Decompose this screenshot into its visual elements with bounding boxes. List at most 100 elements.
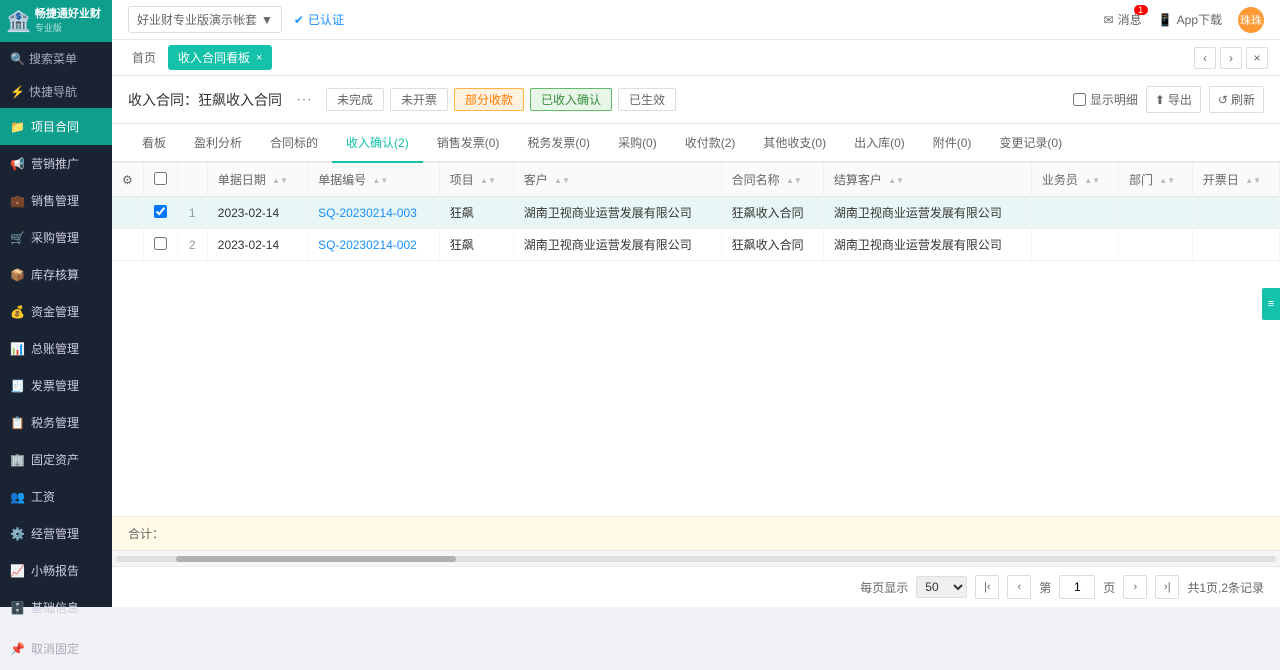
status-effective[interactable]: 已生效: [618, 88, 676, 111]
row-1-checkbox[interactable]: [154, 205, 167, 218]
sub-tab-profit[interactable]: 盈利分析: [180, 124, 256, 163]
sub-tab-target[interactable]: 合同标的: [256, 124, 332, 163]
table-row[interactable]: 2 2023-02-14 SQ-20230214-002 狂飙 湖南卫视商业运营…: [112, 229, 1280, 261]
row-2-check[interactable]: [143, 229, 177, 261]
row-2-code[interactable]: SQ-20230214-002: [308, 229, 440, 261]
tab-close-button[interactable]: ×: [256, 52, 262, 64]
sidebar-nav-label: 快捷导航: [29, 83, 77, 100]
horizontal-scrollbar[interactable]: [112, 550, 1280, 566]
row-1-code[interactable]: SQ-20230214-003: [308, 197, 440, 229]
sidebar-quick-nav[interactable]: ⚡ 快捷导航: [0, 75, 112, 108]
sidebar-item-base[interactable]: 🗄️ 基础信息: [0, 589, 112, 626]
title-name: 狂飙收入合同: [198, 92, 282, 108]
sub-tabs: 看板 盈利分析 合同标的 收入确认(2) 销售发票(0) 税务发票(0) 采购(…: [112, 124, 1280, 163]
row-1-check[interactable]: [143, 197, 177, 229]
page-title-row: 收入合同：狂飙收入合同 ··· 未完成 未开票 部分收款 已收入确认 已生效: [128, 88, 676, 111]
row-2-checkbox[interactable]: [154, 237, 167, 250]
nav-close-button[interactable]: ×: [1246, 47, 1268, 69]
topbar: 好业财专业版演示帐套 ▼ ✔ 已认证 ✉ 1 消息 📱 App下载 珠珠: [112, 0, 1280, 40]
sub-tab-payment[interactable]: 收付款(2): [671, 124, 750, 163]
fund-icon: 💰: [10, 305, 25, 319]
export-button[interactable]: ⬆ 导出: [1146, 86, 1201, 113]
sub-tab-sales-invoice[interactable]: 销售发票(0): [423, 124, 514, 163]
phone-icon: 📱: [1158, 13, 1173, 27]
last-page-button[interactable]: ›|: [1155, 575, 1179, 599]
row-2-code-link[interactable]: SQ-20230214-002: [318, 238, 417, 252]
sidebar-item-sales[interactable]: 💼 销售管理: [0, 182, 112, 219]
sidebar-item-label: 固定资产: [31, 451, 79, 468]
sub-tab-purchase[interactable]: 采购(0): [604, 124, 671, 163]
sidebar-item-hr[interactable]: 👥 工资: [0, 478, 112, 515]
row-1-date: 2023-02-14: [207, 197, 307, 229]
nav-next-button[interactable]: ›: [1220, 47, 1242, 69]
tab-contract-board[interactable]: 收入合同看板 ×: [168, 45, 272, 70]
select-all-checkbox[interactable]: [154, 172, 167, 185]
refresh-button[interactable]: ↺ 刷新: [1209, 86, 1264, 113]
sub-tab-tax-invoice[interactable]: 税务发票(0): [513, 124, 604, 163]
col-contract-header[interactable]: 合同名称 ▲▼: [721, 163, 823, 197]
sidebar-item-marketing[interactable]: 📢 营销推广: [0, 145, 112, 182]
status-partial-payment[interactable]: 部分收款: [454, 88, 524, 111]
more-button[interactable]: ···: [290, 91, 318, 109]
company-selector[interactable]: 好业财专业版演示帐套 ▼: [128, 6, 282, 33]
sub-tab-change[interactable]: 变更记录(0): [985, 124, 1076, 163]
row-1-contract: 狂飙收入合同: [721, 197, 823, 229]
page-input[interactable]: [1059, 575, 1095, 599]
sidebar-search[interactable]: 🔍 搜索菜单: [0, 42, 112, 75]
sidebar-item-fund[interactable]: 💰 资金管理: [0, 293, 112, 330]
col-dept-header[interactable]: 部门 ▲▼: [1118, 163, 1192, 197]
sort-date-icon: ▲▼: [272, 176, 288, 185]
col-project-header[interactable]: 项目 ▲▼: [439, 163, 513, 197]
check-icon: ✔: [294, 13, 304, 27]
col-customer-header[interactable]: 客户 ▲▼: [513, 163, 721, 197]
message-button[interactable]: ✉ 1 消息: [1104, 11, 1142, 28]
sort-customer-icon: ▲▼: [554, 176, 570, 185]
sub-tab-other[interactable]: 其他收支(0): [749, 124, 840, 163]
tab-home[interactable]: 首页: [124, 49, 164, 66]
col-settings-header[interactable]: ⚙: [112, 163, 143, 197]
message-icon: ✉: [1104, 13, 1114, 27]
sidebar-item-inventory[interactable]: 📦 库存核算: [0, 256, 112, 293]
sidebar-item-tax[interactable]: 📋 税务管理: [0, 404, 112, 441]
table-row[interactable]: 1 2023-02-14 SQ-20230214-003 狂飙 湖南卫视商业运营…: [112, 197, 1280, 229]
status-revenue-confirmed[interactable]: 已收入确认: [530, 88, 612, 111]
per-page-select[interactable]: 20 50 100: [916, 576, 967, 598]
prev-page-button[interactable]: ‹: [1007, 575, 1031, 599]
row-1-code-link[interactable]: SQ-20230214-003: [318, 206, 417, 220]
sidebar-item-report[interactable]: 📈 小畅报告: [0, 552, 112, 589]
app-download-button[interactable]: 📱 App下载: [1158, 11, 1222, 28]
sidebar-item-purchase[interactable]: 🛒 采购管理: [0, 219, 112, 256]
sidebar-cancel-pin[interactable]: 📌 取消固定: [0, 633, 112, 664]
sidebar-item-label: 发票管理: [31, 377, 79, 394]
scrollbar-track[interactable]: [116, 556, 1276, 562]
main-area: 好业财专业版演示帐套 ▼ ✔ 已认证 ✉ 1 消息 📱 App下载 珠珠 首页: [112, 0, 1280, 607]
first-page-button[interactable]: |‹: [975, 575, 999, 599]
sidebar-item-invoice[interactable]: 🧾 发票管理: [0, 367, 112, 404]
sub-tab-attachment[interactable]: 附件(0): [919, 124, 986, 163]
status-not-invoiced[interactable]: 未开票: [390, 88, 448, 111]
sub-tab-kanban[interactable]: 看板: [128, 124, 180, 163]
scrollbar-thumb[interactable]: [176, 556, 456, 562]
page-actions: 显示明细 ⬆ 导出 ↺ 刷新: [1073, 86, 1264, 113]
right-float-button[interactable]: ≡: [1262, 288, 1280, 320]
nav-prev-button[interactable]: ‹: [1194, 47, 1216, 69]
next-page-button[interactable]: ›: [1123, 575, 1147, 599]
col-open-date-header[interactable]: 开票日 ▲▼: [1192, 163, 1279, 197]
col-date-header[interactable]: 单据日期 ▲▼: [207, 163, 307, 197]
col-salesman-header[interactable]: 业务员 ▲▼: [1031, 163, 1118, 197]
sub-tab-warehouse[interactable]: 出入库(0): [840, 124, 919, 163]
pagination: 每页显示 20 50 100 |‹ ‹ 第 页 › ›| 共1页,2条记录: [112, 566, 1280, 607]
col-code-header[interactable]: 单据编号 ▲▼: [308, 163, 440, 197]
sidebar-item-ops[interactable]: ⚙️ 经营管理: [0, 515, 112, 552]
sidebar-item-project[interactable]: 📁 项目合同: [0, 108, 112, 145]
sidebar-item-fixed[interactable]: 🏢 固定资产: [0, 441, 112, 478]
col-check-header[interactable]: [143, 163, 177, 197]
user-avatar[interactable]: 珠珠: [1238, 7, 1264, 33]
show-detail-input[interactable]: [1073, 93, 1086, 106]
status-not-complete[interactable]: 未完成: [326, 88, 384, 111]
row-2-num: 2: [177, 229, 207, 261]
sidebar-item-general[interactable]: 📊 总账管理: [0, 330, 112, 367]
sub-tab-revenue[interactable]: 收入确认(2): [332, 124, 423, 163]
show-detail-checkbox[interactable]: 显示明细: [1073, 91, 1138, 108]
col-result-customer-header[interactable]: 结算客户 ▲▼: [823, 163, 1031, 197]
